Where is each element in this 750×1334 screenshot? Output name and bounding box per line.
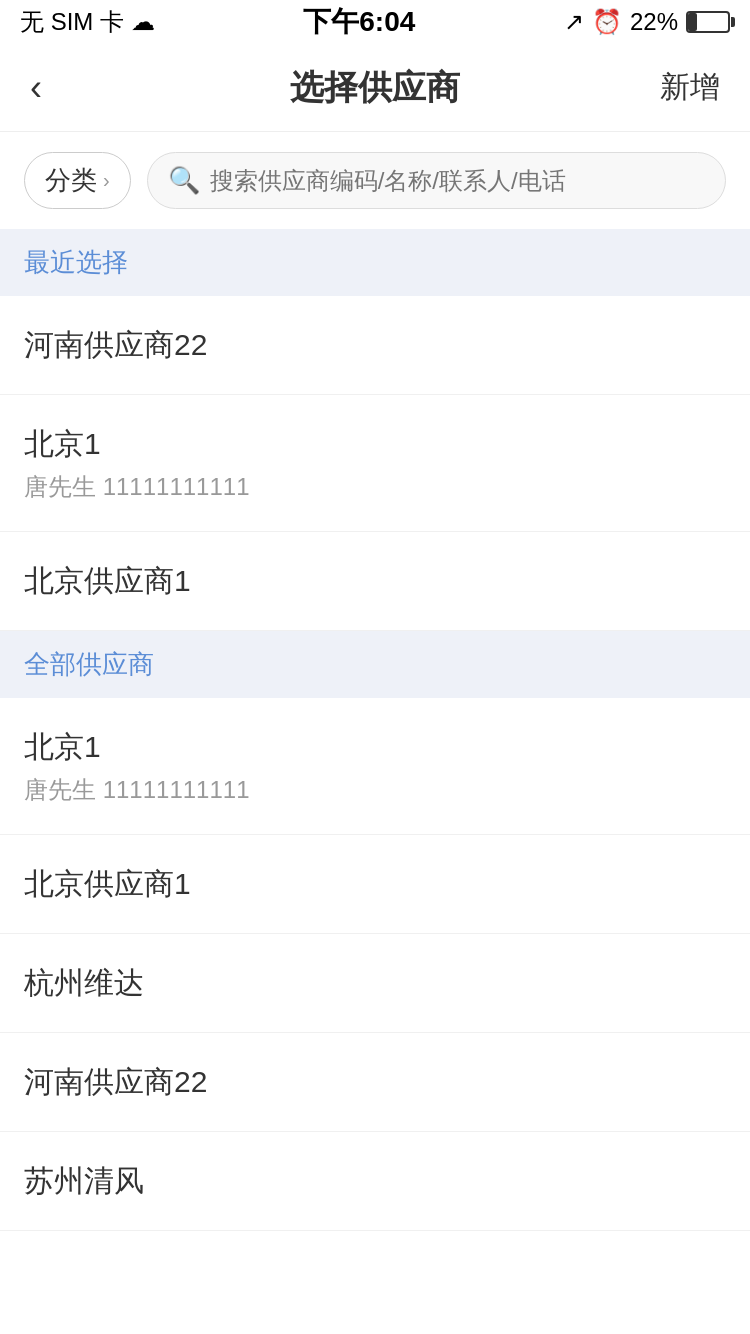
- list-item[interactable]: 杭州维达: [0, 934, 750, 1033]
- item-name: 苏州清风: [24, 1160, 726, 1202]
- list-item[interactable]: 北京1 唐先生 11111111111: [0, 698, 750, 835]
- search-icon: 🔍: [168, 165, 200, 196]
- all-list: 北京1 唐先生 11111111111 北京供应商1 杭州维达河南供应商22 苏州清风: [0, 698, 750, 1231]
- back-button[interactable]: ‹: [30, 67, 90, 109]
- recent-section-header: 最近选择: [0, 229, 750, 296]
- status-bar: 无 SIM 卡 ☁ 下午6:04 ↗ ⏰ 22%: [0, 0, 750, 44]
- recent-list: 河南供应商22 北京1 唐先生 11111111111 北京供应商1: [0, 296, 750, 631]
- status-left: 无 SIM 卡 ☁: [20, 6, 155, 38]
- filter-bar: 分类 › 🔍: [0, 132, 750, 229]
- recent-section-label: 最近选择: [24, 247, 128, 277]
- status-time: 下午6:04: [303, 3, 415, 41]
- category-label: 分类: [45, 163, 97, 198]
- item-name: 河南供应商22: [24, 324, 726, 366]
- all-section-label: 全部供应商: [24, 649, 154, 679]
- page-title: 选择供应商: [290, 65, 460, 111]
- alarm-icon: ⏰: [592, 8, 622, 36]
- all-section-header: 全部供应商: [0, 631, 750, 698]
- item-name: 北京1: [24, 423, 726, 465]
- list-item[interactable]: 苏州清风: [0, 1132, 750, 1231]
- nav-bar: ‹ 选择供应商 新增: [0, 44, 750, 132]
- sim-label: 无 SIM 卡 ☁: [20, 6, 155, 38]
- item-name: 河南供应商22: [24, 1061, 726, 1103]
- item-sub: 唐先生 11111111111: [24, 774, 726, 806]
- status-right: ↗ ⏰ 22%: [564, 8, 730, 36]
- item-name: 北京供应商1: [24, 560, 726, 602]
- list-item[interactable]: 河南供应商22: [0, 1033, 750, 1132]
- category-button[interactable]: 分类 ›: [24, 152, 131, 209]
- search-input[interactable]: [210, 167, 705, 195]
- list-item[interactable]: 北京供应商1: [0, 835, 750, 934]
- search-box[interactable]: 🔍: [147, 152, 726, 209]
- item-name: 杭州维达: [24, 962, 726, 1004]
- item-sub: 唐先生 11111111111: [24, 471, 726, 503]
- list-item[interactable]: 北京供应商1: [0, 532, 750, 631]
- list-item[interactable]: 北京1 唐先生 11111111111: [0, 395, 750, 532]
- chevron-right-icon: ›: [103, 169, 110, 192]
- add-button[interactable]: 新增: [660, 67, 720, 108]
- item-name: 北京供应商1: [24, 863, 726, 905]
- battery-icon: [686, 11, 730, 33]
- battery-label: 22%: [630, 8, 678, 36]
- item-name: 北京1: [24, 726, 726, 768]
- list-item[interactable]: 河南供应商22: [0, 296, 750, 395]
- location-icon: ↗: [564, 8, 584, 36]
